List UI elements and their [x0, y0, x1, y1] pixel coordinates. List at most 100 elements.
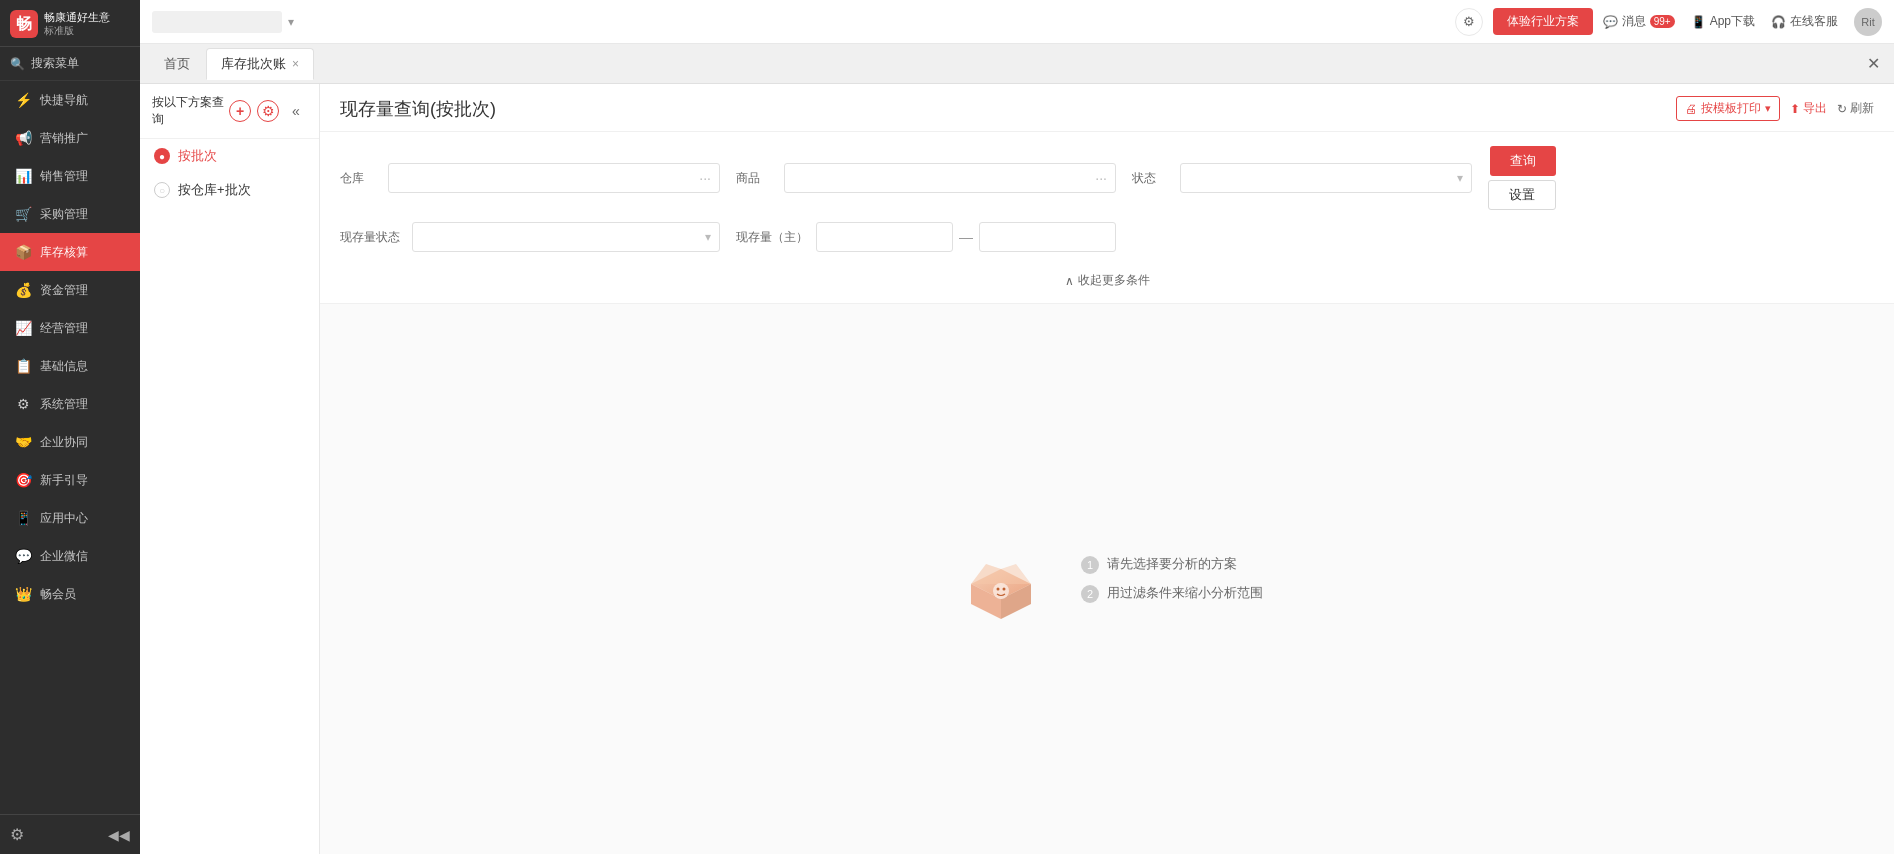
status-select[interactable]: ▾ [1180, 163, 1472, 193]
empty-tips: 1 请先选择要分析的方案 2 用过滤条件来缩小分析范围 [1081, 555, 1263, 603]
online-service-label: 在线客服 [1790, 13, 1838, 30]
online-service-action[interactable]: 🎧 在线客服 [1771, 13, 1838, 30]
tab-inventory-batch[interactable]: 库存批次账 × [206, 48, 314, 80]
sidebar-item-label: 快捷导航 [40, 92, 88, 109]
sidebar-nav: ⚡ 快捷导航 📢 营销推广 📊 销售管理 🛒 采购管理 📦 库存核算 💰 资金管… [0, 81, 140, 814]
tip-num-1: 1 [1081, 556, 1099, 574]
quick-nav-icon: ⚡ [14, 91, 32, 109]
tab-close-btn[interactable]: × [292, 58, 299, 70]
filter-area: 仓库 ··· 商品 ··· 状态 [320, 132, 1894, 304]
add-scheme-btn[interactable]: + [229, 100, 251, 122]
sidebar-item-quick-nav[interactable]: ⚡ 快捷导航 [0, 81, 140, 119]
warehouse-filter: 仓库 ··· [340, 163, 720, 193]
print-dropdown-icon[interactable]: ▾ [1765, 102, 1771, 115]
sidebar-item-system[interactable]: ⚙ 系统管理 [0, 385, 140, 423]
scheme-item-by-warehouse-batch[interactable]: ○ 按仓库+批次 [140, 173, 319, 207]
export-btn[interactable]: ⬆ 导出 [1790, 100, 1827, 117]
left-panel-header: 按以下方案查询 + ⚙ « [140, 84, 319, 139]
stock-qty-min[interactable] [816, 222, 953, 252]
sidebar-item-label: 应用中心 [40, 510, 88, 527]
sidebar-item-label: 企业微信 [40, 548, 88, 565]
app-subtitle: 标准版 [44, 24, 110, 38]
messages-label: 消息 [1622, 13, 1646, 30]
left-panel-actions: + ⚙ « [229, 100, 307, 122]
status-chevron-icon[interactable]: ▾ [1457, 171, 1463, 185]
sidebar-item-label: 企业协同 [40, 434, 88, 451]
tab-home[interactable]: 首页 [150, 48, 204, 80]
query-btn[interactable]: 查询 [1490, 146, 1556, 176]
print-btn[interactable]: 🖨 按模板打印 ▾ [1676, 96, 1780, 121]
app-title: 畅康通好生意 [44, 10, 110, 24]
content-area: 按以下方案查询 + ⚙ « ● 按批次 ○ 按仓库+批次 现存量查询(按批次) [140, 84, 1894, 854]
status-label: 状态 [1132, 170, 1172, 187]
refresh-btn[interactable]: ↻ 刷新 [1837, 100, 1874, 117]
sidebar-item-purchase[interactable]: 🛒 采购管理 [0, 195, 140, 233]
sidebar-item-enterprise[interactable]: 🤝 企业协同 [0, 423, 140, 461]
app-download-icon: 📱 [1691, 15, 1706, 29]
trial-btn[interactable]: 体验行业方案 [1493, 8, 1593, 35]
search-input[interactable] [152, 11, 282, 33]
tabs-bar: 首页 库存批次账 × ✕ [140, 44, 1894, 84]
tab-panel-close-btn[interactable]: ✕ [1863, 50, 1884, 77]
sidebar-item-sales[interactable]: 📊 销售管理 [0, 157, 140, 195]
refresh-label: 刷新 [1850, 100, 1874, 117]
export-label: 导出 [1803, 100, 1827, 117]
settings-scheme-btn[interactable]: ⚙ [257, 100, 279, 122]
empty-tip-1: 1 请先选择要分析的方案 [1081, 555, 1263, 574]
warehouse-select[interactable]: ··· [388, 163, 720, 193]
empty-tip-2: 2 用过滤条件来缩小分析范围 [1081, 584, 1263, 603]
marketing-icon: 📢 [14, 129, 32, 147]
page-header: 现存量查询(按批次) 🖨 按模板打印 ▾ ⬆ 导出 ↻ 刷新 [320, 84, 1894, 132]
search-chevron-icon[interactable]: ▾ [288, 15, 294, 29]
app-download-label: App下载 [1710, 13, 1755, 30]
sidebar-item-wechat[interactable]: 💬 企业微信 [0, 537, 140, 575]
sidebar-item-inventory[interactable]: 📦 库存核算 [0, 233, 140, 271]
messages-action[interactable]: 💬 消息 99+ [1603, 13, 1675, 30]
scheme-dot-red: ● [154, 148, 170, 164]
topbar-right: 💬 消息 99+ 📱 App下载 🎧 在线客服 Rit [1603, 8, 1882, 36]
product-select[interactable]: ··· [784, 163, 1116, 193]
messages-badge: 99+ [1650, 15, 1675, 28]
member-icon: 👑 [14, 585, 32, 603]
stock-status-chevron-icon[interactable]: ▾ [705, 230, 711, 244]
stock-qty-max[interactable] [979, 222, 1116, 252]
sidebar-footer: ⚙ ◀◀ [0, 814, 140, 854]
search-menu[interactable]: 🔍 搜索菜单 [0, 47, 140, 81]
sidebar-item-basic[interactable]: 📋 基础信息 [0, 347, 140, 385]
stock-status-select[interactable]: ▾ [412, 222, 720, 252]
svg-marker-4 [1001, 564, 1031, 584]
sidebar-item-apps[interactable]: 📱 应用中心 [0, 499, 140, 537]
collapse-more-btn[interactable]: ∧ 收起更多条件 [340, 264, 1874, 293]
settings-footer-icon[interactable]: ⚙ [10, 825, 24, 844]
sidebar-item-operation[interactable]: 📈 经营管理 [0, 309, 140, 347]
gear-icon[interactable]: ⚙ [1455, 8, 1483, 36]
product-more-icon[interactable]: ··· [1095, 170, 1107, 186]
tip-num-2: 2 [1081, 585, 1099, 603]
right-content: 现存量查询(按批次) 🖨 按模板打印 ▾ ⬆ 导出 ↻ 刷新 [320, 84, 1894, 854]
left-panel-title: 按以下方案查询 [152, 94, 229, 128]
sidebar-item-marketing[interactable]: 📢 营销推广 [0, 119, 140, 157]
main-area: ▾ ⚙ 体验行业方案 💬 消息 99+ 📱 App下载 🎧 在线客服 Rit [140, 0, 1894, 854]
filter-row-2: 现存量状态 ▾ 现存量（主） — [340, 222, 1874, 252]
app-download-action[interactable]: 📱 App下载 [1691, 13, 1755, 30]
sidebar-item-finance[interactable]: 💰 资金管理 [0, 271, 140, 309]
collapse-sidebar-btn[interactable]: ◀◀ [108, 827, 130, 843]
user-avatar[interactable]: Rit [1854, 8, 1882, 36]
settings-btn[interactable]: 设置 [1488, 180, 1556, 210]
export-icon: ⬆ [1790, 102, 1800, 116]
collapse-panel-btn[interactable]: « [285, 100, 307, 122]
sidebar-item-member[interactable]: 👑 畅会员 [0, 575, 140, 613]
left-panel: 按以下方案查询 + ⚙ « ● 按批次 ○ 按仓库+批次 [140, 84, 320, 854]
apps-icon: 📱 [14, 509, 32, 527]
tip-text-1: 请先选择要分析的方案 [1107, 555, 1237, 573]
sidebar-item-guide[interactable]: 🎯 新手引导 [0, 461, 140, 499]
chevron-up-icon: ∧ [1065, 274, 1074, 288]
wechat-icon: 💬 [14, 547, 32, 565]
warehouse-more-icon[interactable]: ··· [699, 170, 711, 186]
sidebar: 畅 畅康通好生意 标准版 🔍 搜索菜单 ⚡ 快捷导航 📢 营销推广 📊 销售管理… [0, 0, 140, 854]
purchase-icon: 🛒 [14, 205, 32, 223]
tab-active-label: 库存批次账 [221, 55, 286, 73]
scheme-item-by-batch[interactable]: ● 按批次 [140, 139, 319, 173]
basic-icon: 📋 [14, 357, 32, 375]
stock-qty-label: 现存量（主） [736, 229, 808, 246]
